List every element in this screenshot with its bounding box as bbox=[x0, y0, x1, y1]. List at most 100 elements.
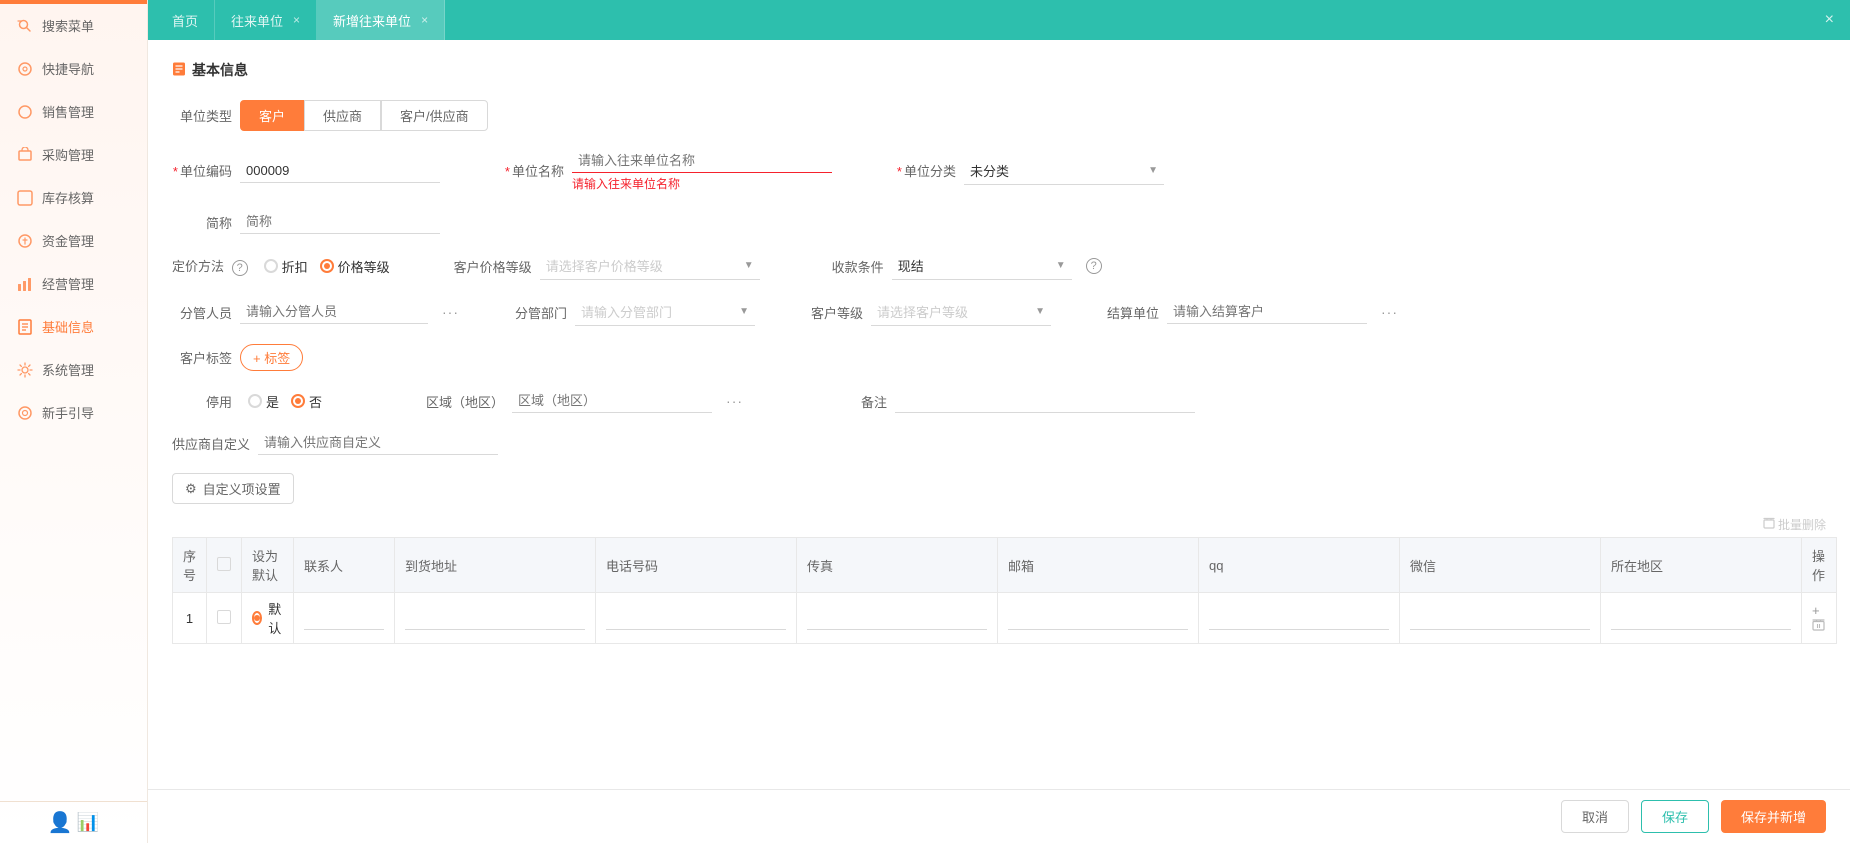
pricing-radio-group: 折扣 价格等级 bbox=[264, 257, 390, 276]
batch-delete-icon bbox=[1763, 518, 1778, 532]
unit-category-label: *单位分类 bbox=[896, 161, 956, 180]
pricing-help-icon[interactable]: ? bbox=[232, 260, 248, 276]
unit-name-input[interactable] bbox=[572, 149, 832, 173]
save-button[interactable]: 保存 bbox=[1641, 800, 1709, 833]
row-qq-input[interactable] bbox=[1209, 606, 1389, 630]
pricing-radio-level[interactable]: 价格等级 bbox=[320, 257, 390, 276]
unit-category-select[interactable]: 未分类 ▼ bbox=[964, 157, 1164, 185]
section-icon bbox=[172, 62, 186, 79]
contacts-table: 序号 设为默认 联系人 到货地址 电话号码 传真 邮箱 qq 微信 所在地区 操… bbox=[172, 537, 1837, 644]
customer-level-select[interactable]: 请选择客户等级 ▼ bbox=[871, 298, 1051, 326]
unit-category-value: 未分类 bbox=[970, 161, 1009, 180]
th-default: 设为默认 bbox=[242, 538, 294, 593]
tab-home[interactable]: 首页 bbox=[156, 0, 215, 40]
row-region bbox=[1601, 593, 1802, 644]
payment-help-icon[interactable]: ? bbox=[1086, 258, 1102, 274]
th-fax: 传真 bbox=[797, 538, 998, 593]
supplier-custom-input[interactable] bbox=[258, 431, 498, 455]
main-content: 首页 往来单位 × 新增往来单位 × × 基本信息 单位类型 客户 供应商 bbox=[148, 0, 1850, 843]
customer-price-level-field: 客户价格等级 请选择客户价格等级 ▼ bbox=[454, 252, 760, 280]
inventory-icon bbox=[16, 189, 34, 207]
region-input[interactable] bbox=[512, 389, 712, 413]
region-field: 区域（地区） ··· bbox=[426, 389, 743, 413]
add-tag-button[interactable]: + 标签 bbox=[240, 344, 303, 371]
pricing-method-field: 定价方法 ? 折扣 价格等级 bbox=[172, 256, 390, 276]
abbreviation-input[interactable] bbox=[240, 210, 440, 234]
abbreviation-label: 简称 bbox=[172, 213, 232, 232]
customer-price-level-select[interactable]: 请选择客户价格等级 ▼ bbox=[540, 252, 760, 280]
row-default-radio[interactable]: 默认 bbox=[252, 599, 283, 637]
sidebar-item-label: 搜索菜单 bbox=[42, 16, 94, 35]
row-qq bbox=[1199, 593, 1400, 644]
row-checkbox[interactable] bbox=[217, 610, 231, 624]
sidebar-item-label: 新手引导 bbox=[42, 403, 94, 422]
row-wechat bbox=[1400, 593, 1601, 644]
supplier-custom-row: 供应商自定义 bbox=[172, 431, 1826, 455]
sidebar-item-quick-nav[interactable]: 快捷导航 bbox=[0, 47, 147, 90]
system-icon bbox=[16, 361, 34, 379]
disabled-radio-no[interactable]: 否 bbox=[291, 392, 322, 411]
supervisor-more-btn[interactable]: ··· bbox=[442, 304, 459, 320]
row-phone-input[interactable] bbox=[606, 606, 786, 630]
row-contact-input[interactable] bbox=[304, 606, 384, 630]
header-checkbox[interactable] bbox=[217, 557, 231, 571]
cancel-button[interactable]: 取消 bbox=[1561, 800, 1629, 833]
row-wechat-input[interactable] bbox=[1410, 606, 1590, 630]
row-region-input[interactable] bbox=[1611, 606, 1791, 630]
th-wechat: 微信 bbox=[1400, 538, 1601, 593]
operations-icon bbox=[16, 275, 34, 293]
settlement-unit-input[interactable] bbox=[1167, 300, 1367, 324]
tab-new-unit-close[interactable]: × bbox=[421, 13, 428, 27]
sidebar-item-label: 采购管理 bbox=[42, 145, 94, 164]
unit-type-label: 单位类型 bbox=[172, 106, 232, 125]
unit-type-both-btn[interactable]: 客户/供应商 bbox=[381, 100, 488, 131]
tab-new-unit-label: 新增往来单位 bbox=[333, 11, 411, 30]
sidebar-item-sales[interactable]: 销售管理 bbox=[0, 90, 147, 133]
pricing-level-label: 价格等级 bbox=[338, 257, 390, 276]
pricing-row: 定价方法 ? 折扣 价格等级 客户价格等级 请选择客户 bbox=[172, 252, 1826, 280]
unit-type-customer-btn[interactable]: 客户 bbox=[240, 100, 304, 131]
row-email-input[interactable] bbox=[1008, 606, 1188, 630]
unit-name-input-box: 请输入往来单位名称 bbox=[572, 149, 832, 192]
row-address-input[interactable] bbox=[405, 606, 585, 630]
unit-code-input[interactable] bbox=[240, 159, 440, 183]
sidebar-item-finance[interactable]: 资金管理 bbox=[0, 219, 147, 262]
sidebar-item-system[interactable]: 系统管理 bbox=[0, 348, 147, 391]
remark-input[interactable] bbox=[895, 389, 1195, 413]
tab-units[interactable]: 往来单位 × bbox=[215, 0, 317, 40]
department-select[interactable]: 请输入分管部门 ▼ bbox=[575, 298, 755, 326]
delete-row-button[interactable] bbox=[1812, 619, 1825, 634]
sidebar-item-inventory[interactable]: 库存核算 bbox=[0, 176, 147, 219]
sidebar-item-search[interactable]: 搜索菜单 bbox=[0, 4, 147, 47]
chevron-down-icon-level: ▼ bbox=[1035, 306, 1045, 317]
tab-new-unit[interactable]: 新增往来单位 × bbox=[317, 0, 445, 40]
disabled-radio-group: 是 否 bbox=[248, 392, 322, 411]
unit-type-supplier-btn[interactable]: 供应商 bbox=[304, 100, 381, 131]
department-field: 分管部门 请输入分管部门 ▼ bbox=[507, 298, 755, 326]
window-close-button[interactable]: × bbox=[1817, 11, 1842, 29]
disabled-radio-yes[interactable]: 是 bbox=[248, 392, 279, 411]
custom-settings-button[interactable]: ⚙ 自定义项设置 bbox=[172, 473, 294, 504]
tab-units-close[interactable]: × bbox=[293, 13, 300, 27]
batch-delete-label[interactable]: 批量删除 bbox=[1778, 518, 1826, 532]
region-more-btn[interactable]: ··· bbox=[726, 393, 743, 409]
sidebar-item-basic-info[interactable]: 基础信息 bbox=[0, 305, 147, 348]
sidebar-item-purchase[interactable]: 采购管理 bbox=[0, 133, 147, 176]
pricing-radio-discount[interactable]: 折扣 bbox=[264, 257, 308, 276]
bottom-action-bar: 取消 保存 保存并新增 bbox=[148, 789, 1850, 843]
supervisor-input[interactable] bbox=[240, 300, 428, 324]
row-fax-input[interactable] bbox=[807, 606, 987, 630]
settlement-unit-field: 结算单位 ··· bbox=[1099, 300, 1398, 324]
save-and-new-button[interactable]: 保存并新增 bbox=[1721, 800, 1826, 833]
row-default-cell: 默认 bbox=[242, 593, 294, 644]
payment-terms-select[interactable]: 现结 ▼ bbox=[892, 252, 1072, 280]
settlement-more-btn[interactable]: ··· bbox=[1381, 304, 1398, 320]
purchase-icon bbox=[16, 146, 34, 164]
sidebar-item-operations[interactable]: 经营管理 bbox=[0, 262, 147, 305]
sidebar-item-guide[interactable]: 新手引导 bbox=[0, 391, 147, 434]
settlement-unit-label: 结算单位 bbox=[1099, 303, 1159, 322]
batch-delete-area: 批量删除 bbox=[172, 516, 1826, 533]
add-row-button[interactable]: + bbox=[1812, 603, 1820, 618]
sidebar-item-label: 基础信息 bbox=[42, 317, 94, 336]
customer-level-label: 客户等级 bbox=[803, 303, 863, 322]
